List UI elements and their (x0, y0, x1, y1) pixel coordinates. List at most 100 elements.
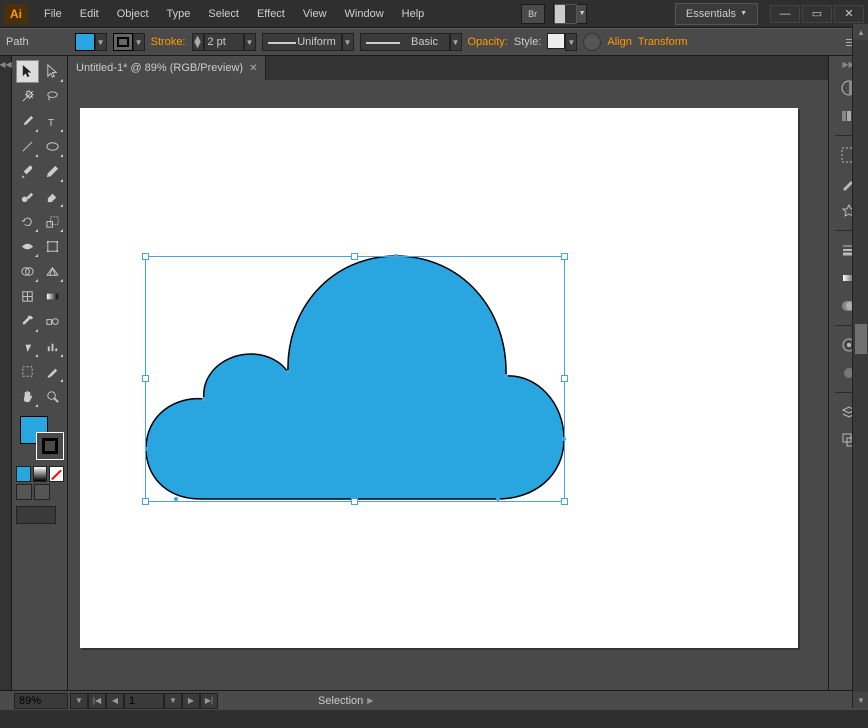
scroll-up-arrow[interactable]: ▲ (853, 24, 868, 40)
transform-link[interactable]: Transform (638, 36, 688, 48)
pencil-tool[interactable] (41, 160, 64, 183)
graphic-style-swatch[interactable] (547, 33, 565, 49)
stroke-stepper[interactable]: ▲▼ (192, 33, 204, 51)
profile-dropdown[interactable]: ▼ (342, 33, 354, 51)
free-transform-tool[interactable] (41, 235, 64, 258)
screen-mode-alt[interactable] (34, 484, 50, 500)
selection-bounding-box[interactable] (145, 256, 565, 502)
ellipse-tool[interactable] (41, 135, 64, 158)
draw-mode-button[interactable] (16, 506, 56, 524)
align-link[interactable]: Align (607, 36, 631, 48)
gradient-mode-button[interactable] (33, 466, 48, 482)
workspace-switcher[interactable]: Essentials ▼ (675, 3, 758, 25)
menu-effect[interactable]: Effect (249, 4, 293, 24)
direct-selection-tool[interactable] (41, 60, 64, 83)
perspective-grid-tool[interactable] (41, 260, 64, 283)
gradient-tool[interactable] (41, 285, 64, 308)
blob-brush-tool[interactable] (16, 185, 39, 208)
zoom-dropdown[interactable]: ▼ (70, 693, 88, 709)
column-graph-tool[interactable] (41, 335, 64, 358)
color-mode-button[interactable] (16, 466, 31, 482)
last-artboard-button[interactable]: ▶| (200, 693, 218, 709)
stroke-dropdown[interactable]: ▼ (133, 33, 145, 51)
stroke-color-swatch[interactable] (113, 33, 133, 51)
eyedropper-tool[interactable] (16, 310, 39, 333)
rotate-tool[interactable] (16, 210, 39, 233)
status-mode-label: Selection (318, 695, 363, 707)
opacity-label[interactable]: Opacity: (468, 36, 508, 48)
stroke-weight-input[interactable] (204, 33, 244, 51)
menu-type[interactable]: Type (159, 4, 199, 24)
artboard-dropdown[interactable]: ▼ (164, 693, 182, 709)
resize-handle-bl[interactable] (142, 498, 149, 505)
none-mode-button[interactable] (49, 466, 64, 482)
variable-width-profile[interactable]: Uniform (262, 33, 342, 51)
pen-tool[interactable] (16, 110, 39, 133)
resize-handle-mr[interactable] (561, 375, 568, 382)
menu-view[interactable]: View (295, 4, 335, 24)
fill-stroke-indicator[interactable] (16, 414, 64, 464)
lasso-tool[interactable] (41, 85, 64, 108)
resize-handle-ml[interactable] (142, 375, 149, 382)
scale-tool[interactable] (41, 210, 64, 233)
resize-handle-tl[interactable] (142, 253, 149, 260)
brush-definition[interactable]: Basic (360, 33, 450, 51)
title-bar: Ai File Edit Object Type Select Effect V… (0, 0, 868, 28)
left-dock-collapse[interactable]: ◀◀ (0, 56, 12, 690)
tools-panel: T (12, 56, 68, 690)
brush-dropdown[interactable]: ▼ (450, 33, 462, 51)
magic-wand-tool[interactable] (16, 85, 39, 108)
menu-edit[interactable]: Edit (72, 4, 107, 24)
fill-color-swatch[interactable] (75, 33, 95, 51)
paintbrush-tool[interactable] (16, 160, 39, 183)
style-dropdown[interactable]: ▼ (565, 33, 577, 51)
minimize-button[interactable]: — (770, 5, 800, 23)
shape-builder-tool[interactable] (16, 260, 39, 283)
resize-handle-tr[interactable] (561, 253, 568, 260)
menu-select[interactable]: Select (200, 4, 247, 24)
control-bar: Path ▼ ▼ Stroke: ▲▼ ▼ Uniform ▼ Basic ▼ … (0, 28, 868, 56)
artboard[interactable] (80, 108, 798, 648)
zoom-tool[interactable] (41, 385, 64, 408)
resize-handle-tm[interactable] (351, 253, 358, 260)
resize-handle-bm[interactable] (351, 498, 358, 505)
stroke-weight-dropdown[interactable]: ▼ (244, 33, 256, 51)
first-artboard-button[interactable]: |◀ (88, 693, 106, 709)
menu-object[interactable]: Object (109, 4, 157, 24)
bridge-button[interactable]: Br (521, 4, 545, 24)
symbol-sprayer-tool[interactable] (16, 335, 39, 358)
resize-handle-br[interactable] (561, 498, 568, 505)
status-menu-arrow[interactable]: ▶ (367, 696, 373, 705)
prev-artboard-button[interactable]: ◀ (106, 693, 124, 709)
close-button[interactable]: ✕ (834, 5, 864, 23)
vertical-scrollbar[interactable]: ▲ ▼ (852, 24, 868, 708)
type-tool[interactable]: T (41, 110, 64, 133)
zoom-input[interactable] (14, 693, 68, 709)
artboard-tool[interactable] (16, 360, 39, 383)
maximize-button[interactable]: ▭ (802, 5, 832, 23)
blend-tool[interactable] (41, 310, 64, 333)
recolor-artwork-button[interactable] (583, 33, 601, 51)
width-tool[interactable] (16, 235, 39, 258)
close-tab-icon[interactable]: ✕ (249, 63, 257, 74)
screen-mode-normal[interactable] (16, 484, 32, 500)
document-tab[interactable]: Untitled-1* @ 89% (RGB/Preview) ✕ (68, 56, 266, 80)
artboard-number-input[interactable] (124, 693, 164, 709)
line-segment-tool[interactable] (16, 135, 39, 158)
scroll-down-arrow[interactable]: ▼ (853, 692, 868, 708)
document-tab-label: Untitled-1* @ 89% (RGB/Preview) (76, 62, 243, 74)
menu-help[interactable]: Help (394, 4, 433, 24)
menu-file[interactable]: File (36, 4, 70, 24)
next-artboard-button[interactable]: ▶ (182, 693, 200, 709)
arrange-documents-button[interactable]: ▼ (553, 4, 587, 24)
canvas[interactable] (68, 80, 828, 690)
mesh-tool[interactable] (16, 285, 39, 308)
selection-tool[interactable] (16, 60, 39, 83)
slice-tool[interactable] (41, 360, 64, 383)
menu-window[interactable]: Window (337, 4, 392, 24)
scroll-thumb[interactable] (855, 324, 867, 354)
eraser-tool[interactable] (41, 185, 64, 208)
fill-dropdown[interactable]: ▼ (95, 33, 107, 51)
hand-tool[interactable] (16, 385, 39, 408)
stroke-swatch-icon[interactable] (36, 432, 64, 460)
